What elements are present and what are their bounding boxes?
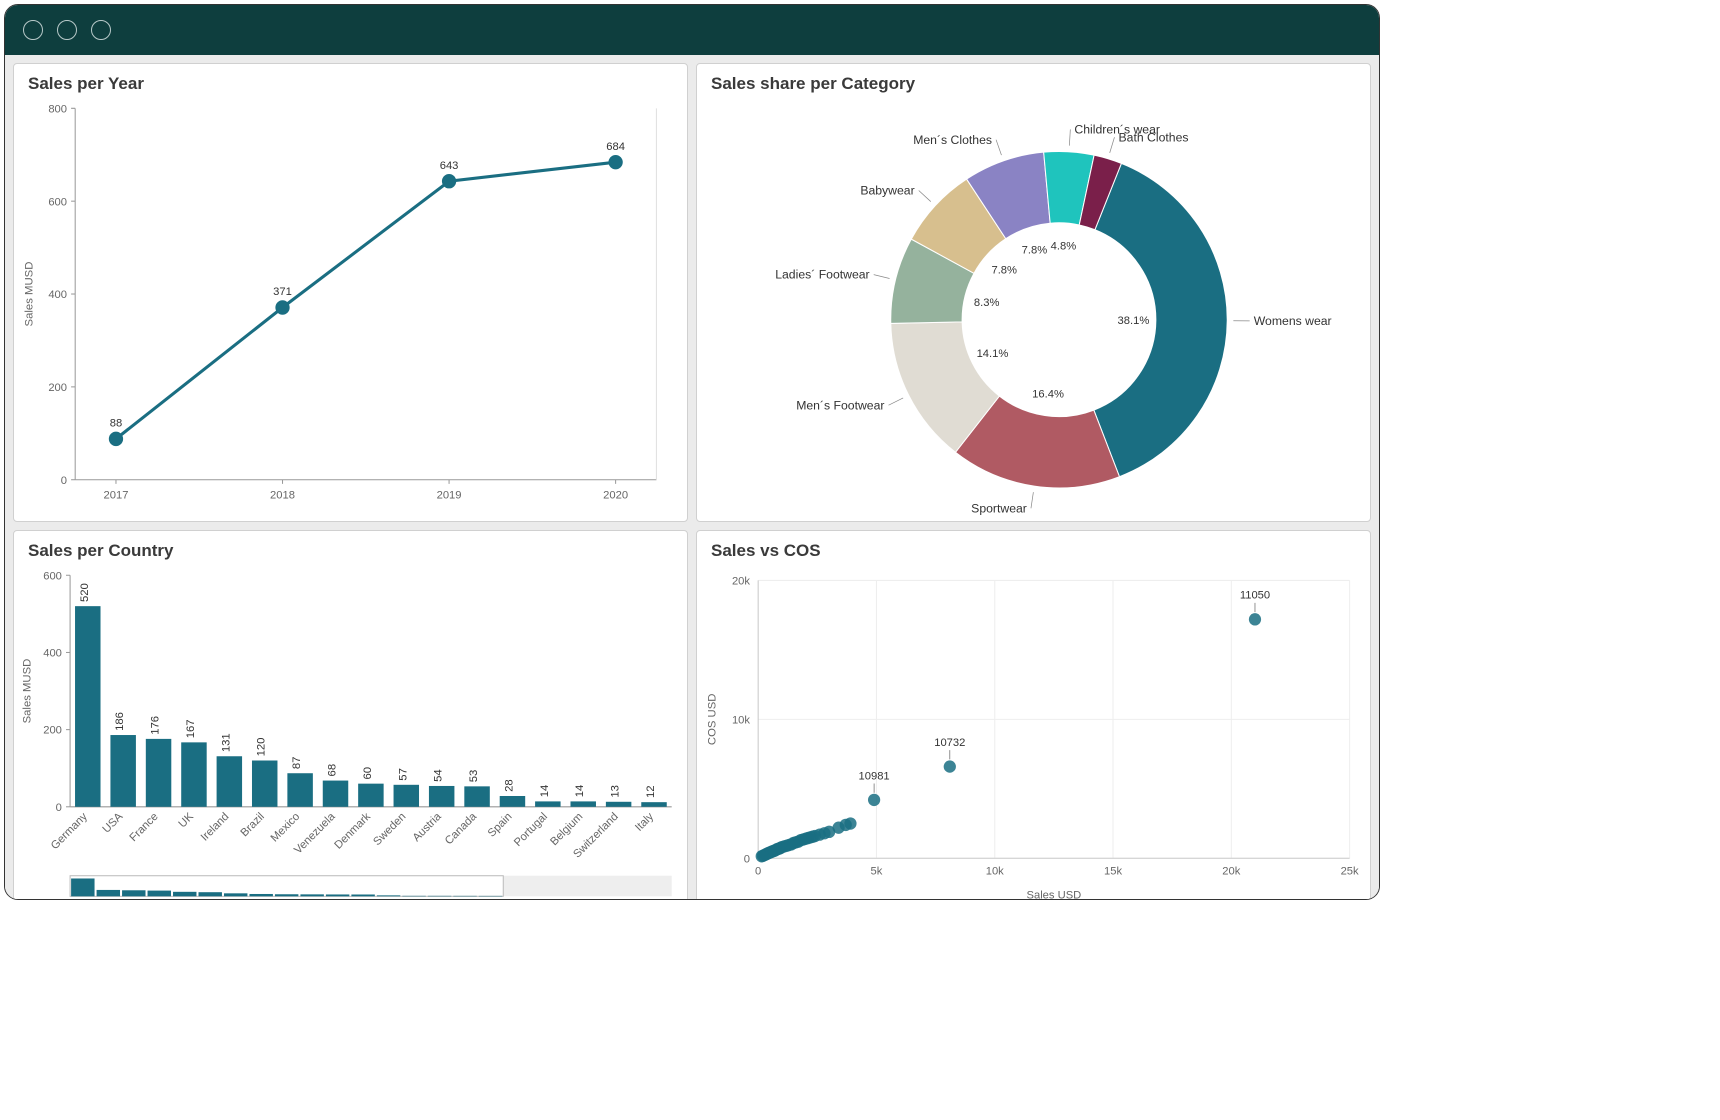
svg-text:7.8%: 7.8%: [991, 264, 1017, 276]
svg-text:Sweden: Sweden: [371, 811, 408, 848]
svg-text:176: 176: [150, 716, 162, 735]
card-title: Sales share per Category: [697, 64, 1370, 98]
svg-text:0: 0: [56, 802, 62, 814]
svg-text:12: 12: [645, 785, 657, 798]
card-sales-per-year: Sales per Year 0 200 400 600 800 2017 2018 2019…: [13, 63, 688, 522]
card-title: Sales vs COS: [697, 531, 1370, 565]
svg-text:167: 167: [185, 719, 197, 738]
svg-text:87: 87: [291, 757, 303, 770]
dashboard-grid: Sales per Year 0200400600800201720182019…: [5, 55, 1379, 900]
svg-text:Sales USD: Sales USD: [1027, 889, 1082, 900]
card-sales-per-country: Sales per Country 0 200 400 600 Sales MUSD 52…: [13, 530, 688, 900]
svg-text:Italy: Italy: [633, 810, 656, 833]
chart-sales-per-year[interactable]: 0 200 400 600 800 2017 2018 2019 2020 Sales MUSD 8…: [14, 98, 687, 521]
svg-text:68: 68: [327, 764, 339, 777]
svg-text:10k: 10k: [986, 866, 1004, 878]
svg-text:14.1%: 14.1%: [977, 348, 1009, 360]
svg-text:13: 13: [610, 785, 622, 798]
svg-text:684: 684: [606, 141, 625, 153]
svg-text:200: 200: [43, 725, 62, 737]
svg-text:USA: USA: [101, 810, 126, 835]
svg-text:5k: 5k: [871, 866, 883, 878]
svg-text:0: 0: [744, 853, 750, 865]
svg-text:14: 14: [539, 785, 551, 798]
svg-text:14: 14: [574, 785, 586, 798]
svg-text:Men´s Clothes: Men´s Clothes: [913, 133, 992, 147]
svg-text:800: 800: [48, 103, 67, 115]
svg-text:60: 60: [362, 767, 374, 780]
svg-text:Bath Clothes: Bath Clothes: [1119, 130, 1189, 144]
svg-text:120: 120: [256, 738, 268, 757]
svg-text:10k: 10k: [732, 714, 750, 726]
window-button-close[interactable]: [23, 20, 43, 40]
svg-text:COS USD: COS USD: [706, 694, 718, 745]
svg-text:131: 131: [220, 733, 232, 752]
svg-text:520: 520: [79, 583, 91, 602]
card-sales-share-per-category: Sales share per Category 38.1% Womens wea…: [696, 63, 1371, 522]
svg-text:10981: 10981: [859, 770, 890, 782]
svg-text:Ireland: Ireland: [199, 811, 232, 844]
svg-text:10732: 10732: [934, 737, 965, 749]
svg-text:600: 600: [48, 196, 67, 208]
svg-text:Spain: Spain: [486, 811, 515, 840]
svg-text:Sales MUSD: Sales MUSD: [23, 262, 35, 327]
svg-text:Babywear: Babywear: [860, 184, 914, 198]
svg-text:600: 600: [43, 570, 62, 582]
svg-text:Austria: Austria: [411, 810, 445, 844]
svg-text:15k: 15k: [1104, 866, 1122, 878]
svg-text:4.8%: 4.8%: [1051, 240, 1077, 252]
svg-text:Sportwear: Sportwear: [971, 501, 1027, 515]
svg-text:2017: 2017: [104, 489, 129, 501]
chart-sales-per-country[interactable]: 0 200 400 600 Sales MUSD 520 Germany 186 USA 176 F…: [14, 565, 687, 900]
svg-text:UK: UK: [177, 810, 197, 830]
chart-sales-vs-cos[interactable]: 0 5k 10k 15k 20k 25k 0 10k 20k Sales USD COS USD 11…: [697, 565, 1370, 900]
window-button-minimize[interactable]: [57, 20, 77, 40]
svg-text:Ladies´ Footwear: Ladies´ Footwear: [775, 268, 869, 282]
card-title: Sales per Country: [14, 531, 687, 565]
svg-text:7.8%: 7.8%: [1022, 245, 1048, 257]
svg-text:88: 88: [110, 417, 122, 429]
svg-text:Germany: Germany: [49, 810, 90, 852]
svg-text:Portugal: Portugal: [512, 811, 550, 849]
svg-text:0: 0: [755, 866, 761, 878]
card-title: Sales per Year: [14, 64, 687, 98]
card-sales-vs-cos: Sales vs COS 0 5k 10k 15k 20k 25k 0 10k 20k Sales…: [696, 530, 1371, 900]
svg-text:11050: 11050: [1240, 590, 1270, 602]
svg-text:28: 28: [503, 779, 515, 792]
svg-text:2018: 2018: [270, 489, 295, 501]
svg-text:400: 400: [43, 648, 62, 660]
svg-text:16.4%: 16.4%: [1032, 388, 1064, 400]
svg-text:Brazil: Brazil: [239, 811, 267, 840]
svg-text:8.3%: 8.3%: [974, 297, 1000, 309]
svg-text:Men´s Footwear: Men´s Footwear: [796, 398, 884, 412]
svg-text:20k: 20k: [732, 576, 750, 588]
svg-text:Denmark: Denmark: [332, 810, 373, 851]
svg-text:2019: 2019: [437, 489, 462, 501]
svg-text:France: France: [128, 811, 161, 844]
svg-text:2020: 2020: [603, 489, 628, 501]
svg-text:Canada: Canada: [443, 810, 480, 847]
svg-text:186: 186: [114, 712, 126, 731]
svg-text:643: 643: [440, 160, 459, 172]
svg-text:54: 54: [433, 769, 445, 782]
svg-text:38.1%: 38.1%: [1118, 315, 1150, 327]
svg-text:0: 0: [61, 475, 67, 487]
svg-text:371: 371: [273, 286, 292, 298]
svg-text:53: 53: [468, 770, 480, 783]
window-button-zoom[interactable]: [91, 20, 111, 40]
svg-text:Sales MUSD: Sales MUSD: [21, 659, 33, 724]
app-window: Sales per Year 0200400600800201720182019…: [4, 4, 1380, 900]
svg-text:200: 200: [48, 382, 67, 394]
svg-text:Womens wear: Womens wear: [1254, 314, 1332, 328]
svg-text:Mexico: Mexico: [269, 811, 303, 845]
svg-text:400: 400: [48, 289, 67, 301]
svg-text:25k: 25k: [1341, 866, 1359, 878]
svg-text:20k: 20k: [1222, 866, 1240, 878]
chart-sales-share-per-category[interactable]: 38.1% Womens wear 16.4% Sportwear 14.1% Men´s…: [697, 98, 1370, 521]
titlebar: [5, 5, 1379, 55]
svg-text:57: 57: [397, 768, 409, 781]
